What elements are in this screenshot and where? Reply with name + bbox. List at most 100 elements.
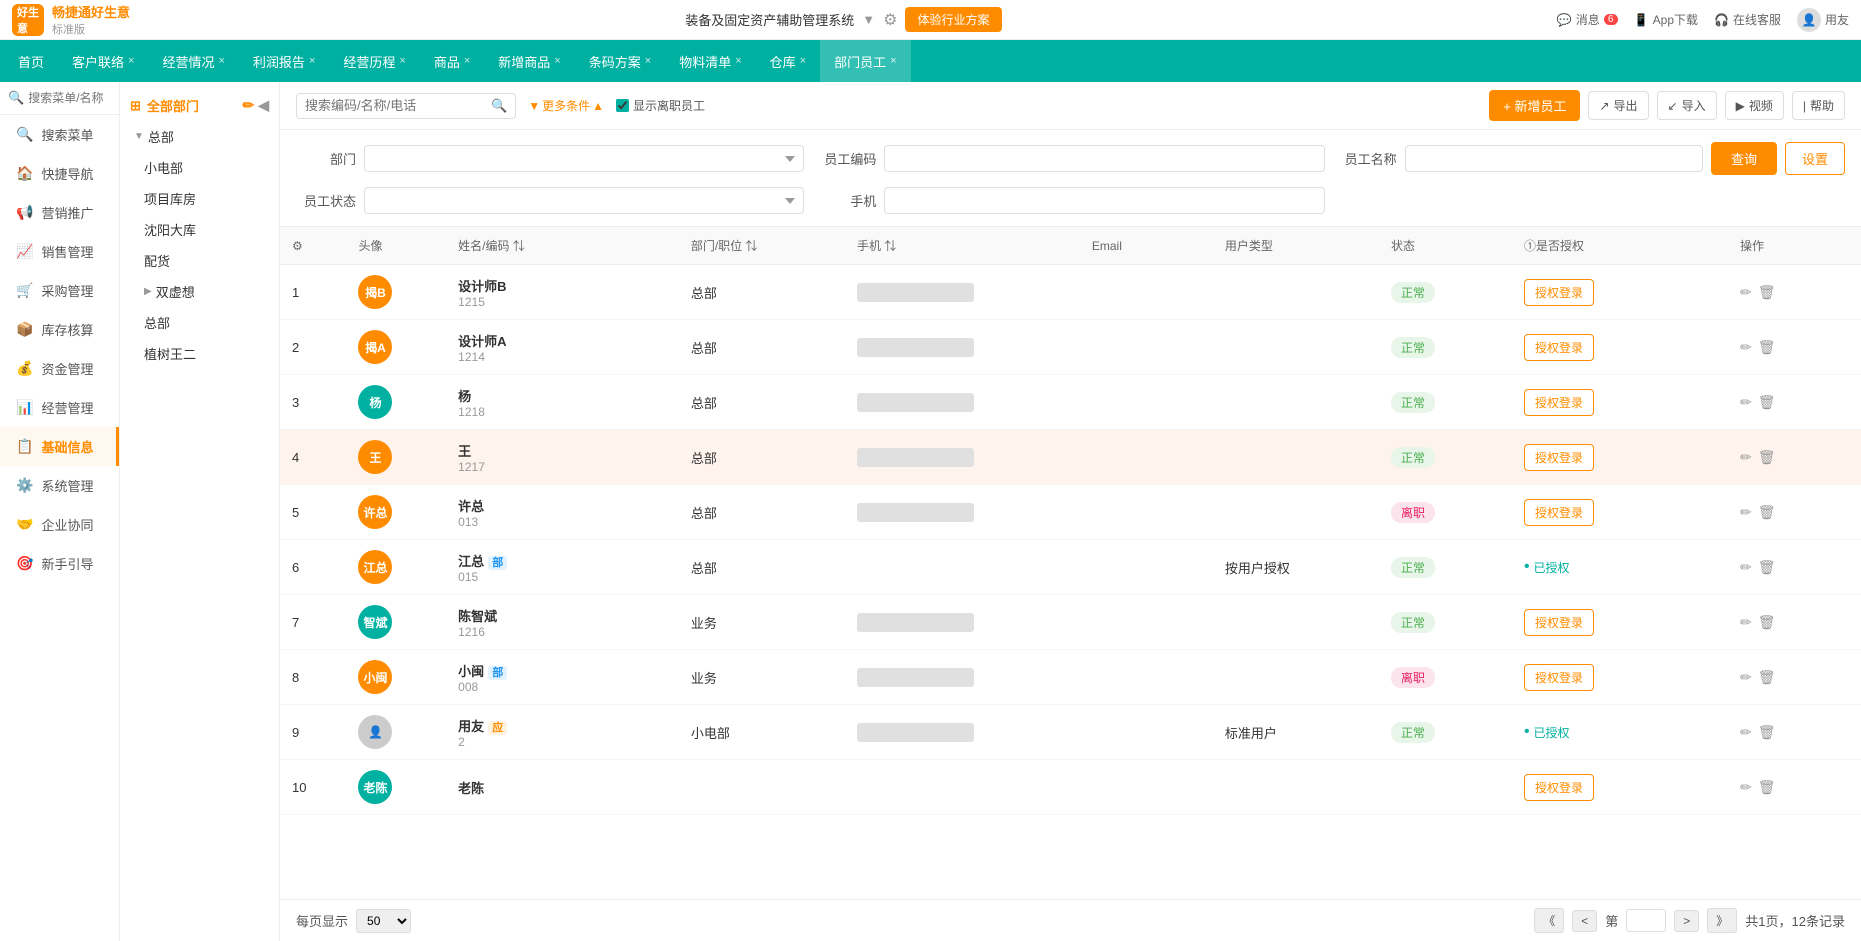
sidebar-item-快捷导航[interactable]: 🏠快捷导航 <box>0 154 119 193</box>
dept-filter-select[interactable] <box>364 145 804 172</box>
nav-close-icon[interactable]: × <box>890 55 896 67</box>
emp-code-filter-input[interactable] <box>884 145 1324 172</box>
auth-btn[interactable]: 授权登录 <box>1524 389 1594 416</box>
auth-btn[interactable]: 授权登录 <box>1524 279 1594 306</box>
delete-icon[interactable]: 🗑 <box>1758 339 1776 356</box>
auth-btn[interactable]: 授权登录 <box>1524 609 1594 636</box>
sidebar-item-采购管理[interactable]: 🛒采购管理 <box>0 271 119 310</box>
edit-icon[interactable]: ✏ <box>1740 394 1752 411</box>
dept-item-总部[interactable]: 总部 <box>120 307 279 338</box>
per-page-select[interactable]: 50 100 <box>356 909 411 933</box>
message-btn[interactable]: 💬 消息 6 <box>1557 11 1618 28</box>
sidebar-item-搜索菜单[interactable]: 🔍搜索菜单 <box>0 115 119 154</box>
dept-item-沈阳大库[interactable]: 沈阳大库 <box>120 214 279 245</box>
dept-item-小电部[interactable]: 小电部 <box>120 152 279 183</box>
sidebar-item-营销推广[interactable]: 📢营销推广 <box>0 193 119 232</box>
nav-close-icon[interactable]: × <box>128 55 134 67</box>
prev-page-btn[interactable]: < <box>1572 910 1597 932</box>
experience-btn[interactable]: 体验行业方案 <box>905 7 1001 32</box>
sidebar-search-input[interactable] <box>28 91 111 105</box>
nav-item-部门员工[interactable]: 部门员工× <box>820 40 910 82</box>
delete-icon[interactable]: 🗑 <box>1758 724 1776 741</box>
more-conditions-btn[interactable]: ▼ 更多条件 ▲ <box>528 97 604 114</box>
show-resigned-checkbox[interactable]: 显示离职员工 <box>616 97 705 114</box>
add-employee-btn[interactable]: + 新增员工 <box>1489 90 1580 121</box>
set-btn[interactable]: 设置 <box>1785 142 1845 175</box>
nav-close-icon[interactable]: × <box>554 55 560 67</box>
edit-icon[interactable]: ✏ <box>1740 449 1752 466</box>
auth-btn[interactable]: 授权登录 <box>1524 774 1594 801</box>
nav-close-icon[interactable]: × <box>218 55 224 67</box>
sidebar-item-企业协同[interactable]: 🤝企业协同 <box>0 505 119 544</box>
edit-icon[interactable]: ✏ <box>1740 504 1752 521</box>
edit-icon[interactable]: ✏ <box>1740 724 1752 741</box>
emp-status-filter-select[interactable] <box>364 187 804 214</box>
first-page-btn[interactable]: 《 <box>1534 908 1564 933</box>
sidebar-item-销售管理[interactable]: 📈销售管理 <box>0 232 119 271</box>
user-avatar[interactable]: 👤 用友 <box>1797 8 1849 32</box>
search-input[interactable] <box>305 98 485 113</box>
delete-icon[interactable]: 🗑 <box>1758 449 1776 466</box>
edit-icon[interactable]: ✏ <box>1740 339 1752 356</box>
settings-icon[interactable]: ⚙ <box>883 10 897 30</box>
sidebar-item-基础信息[interactable]: 📋基础信息 <box>0 427 119 466</box>
view-btn[interactable]: ▶ 视频 <box>1725 91 1784 120</box>
emp-name-filter-input[interactable] <box>1405 145 1703 172</box>
sidebar-item-经营管理[interactable]: 📊经营管理 <box>0 388 119 427</box>
delete-icon[interactable]: 🗑 <box>1758 394 1776 411</box>
help-btn[interactable]: | 帮助 <box>1792 91 1845 120</box>
edit-icon[interactable]: ✏ <box>1740 284 1752 301</box>
nav-item-新增商品[interactable]: 新增商品× <box>484 40 574 82</box>
nav-close-icon[interactable]: × <box>399 55 405 67</box>
query-btn[interactable]: 查询 <box>1711 142 1777 175</box>
sidebar-item-资金管理[interactable]: 💰资金管理 <box>0 349 119 388</box>
show-resigned-input[interactable] <box>616 99 629 112</box>
dept-item-配货[interactable]: 配货 <box>120 245 279 276</box>
edit-icon[interactable]: ✏ <box>1740 669 1752 686</box>
th-dept_pos[interactable]: 部门/职位 ⇅ <box>679 227 845 265</box>
sidebar-item-新手引导[interactable]: 🎯新手引导 <box>0 544 119 583</box>
dept-all-label[interactable]: 全部部门 <box>147 96 199 115</box>
nav-close-icon[interactable]: × <box>464 55 470 67</box>
nav-close-icon[interactable]: × <box>645 55 651 67</box>
nav-item-利润报告[interactable]: 利润报告× <box>239 40 329 82</box>
phone-filter-input[interactable] <box>884 187 1324 214</box>
th-name_code[interactable]: 姓名/编码 ⇅ <box>446 227 679 265</box>
delete-icon[interactable]: 🗑 <box>1758 669 1776 686</box>
import-btn[interactable]: ↙ 导入 <box>1657 91 1717 120</box>
nav-close-icon[interactable]: × <box>735 55 741 67</box>
dept-item-总部[interactable]: ▼总部 <box>120 121 279 152</box>
delete-icon[interactable]: 🗑 <box>1758 559 1776 576</box>
dept-item-项目库房[interactable]: 项目库房 <box>120 183 279 214</box>
nav-item-商品[interactable]: 商品× <box>420 40 484 82</box>
edit-icon[interactable]: ✏ <box>1740 614 1752 631</box>
next-page-btn[interactable]: > <box>1674 910 1699 932</box>
online-service-btn[interactable]: 🎧 在线客服 <box>1714 11 1781 28</box>
th-phone[interactable]: 手机 ⇅ <box>845 227 1080 265</box>
dept-collapse-icon[interactable]: ◀ <box>258 97 269 114</box>
delete-icon[interactable]: 🗑 <box>1758 284 1776 301</box>
nav-item-条码方案[interactable]: 条码方案× <box>575 40 665 82</box>
auth-btn[interactable]: 授权登录 <box>1524 499 1594 526</box>
page-input[interactable]: 1 <box>1626 909 1666 932</box>
last-page-btn[interactable]: 》 <box>1707 908 1737 933</box>
dropdown-icon[interactable]: ▼ <box>862 12 875 27</box>
sidebar-item-库存核算[interactable]: 📦库存核算 <box>0 310 119 349</box>
search-icon[interactable]: 🔍 <box>491 98 507 114</box>
dept-item-双虚想[interactable]: ▶双虚想 <box>120 276 279 307</box>
nav-item-客户联络[interactable]: 客户联络× <box>58 40 148 82</box>
sidebar-item-系统管理[interactable]: ⚙️系统管理 <box>0 466 119 505</box>
delete-icon[interactable]: 🗑 <box>1758 504 1776 521</box>
delete-icon[interactable]: 🗑 <box>1758 779 1776 796</box>
auth-btn[interactable]: 授权登录 <box>1524 664 1594 691</box>
edit-icon[interactable]: ✏ <box>1740 779 1752 796</box>
dept-item-植树王二[interactable]: 植树王二 <box>120 338 279 369</box>
nav-item-物料清单[interactable]: 物料清单× <box>665 40 755 82</box>
app-download-btn[interactable]: 📱 App下载 <box>1634 11 1698 28</box>
auth-btn[interactable]: 授权登录 <box>1524 444 1594 471</box>
nav-item-首页[interactable]: 首页 <box>4 40 58 82</box>
dept-edit-icon[interactable]: ✏ <box>242 97 254 114</box>
export-btn[interactable]: ↗ 导出 <box>1588 91 1648 120</box>
auth-btn[interactable]: 授权登录 <box>1524 334 1594 361</box>
nav-item-仓库[interactable]: 仓库× <box>756 40 820 82</box>
